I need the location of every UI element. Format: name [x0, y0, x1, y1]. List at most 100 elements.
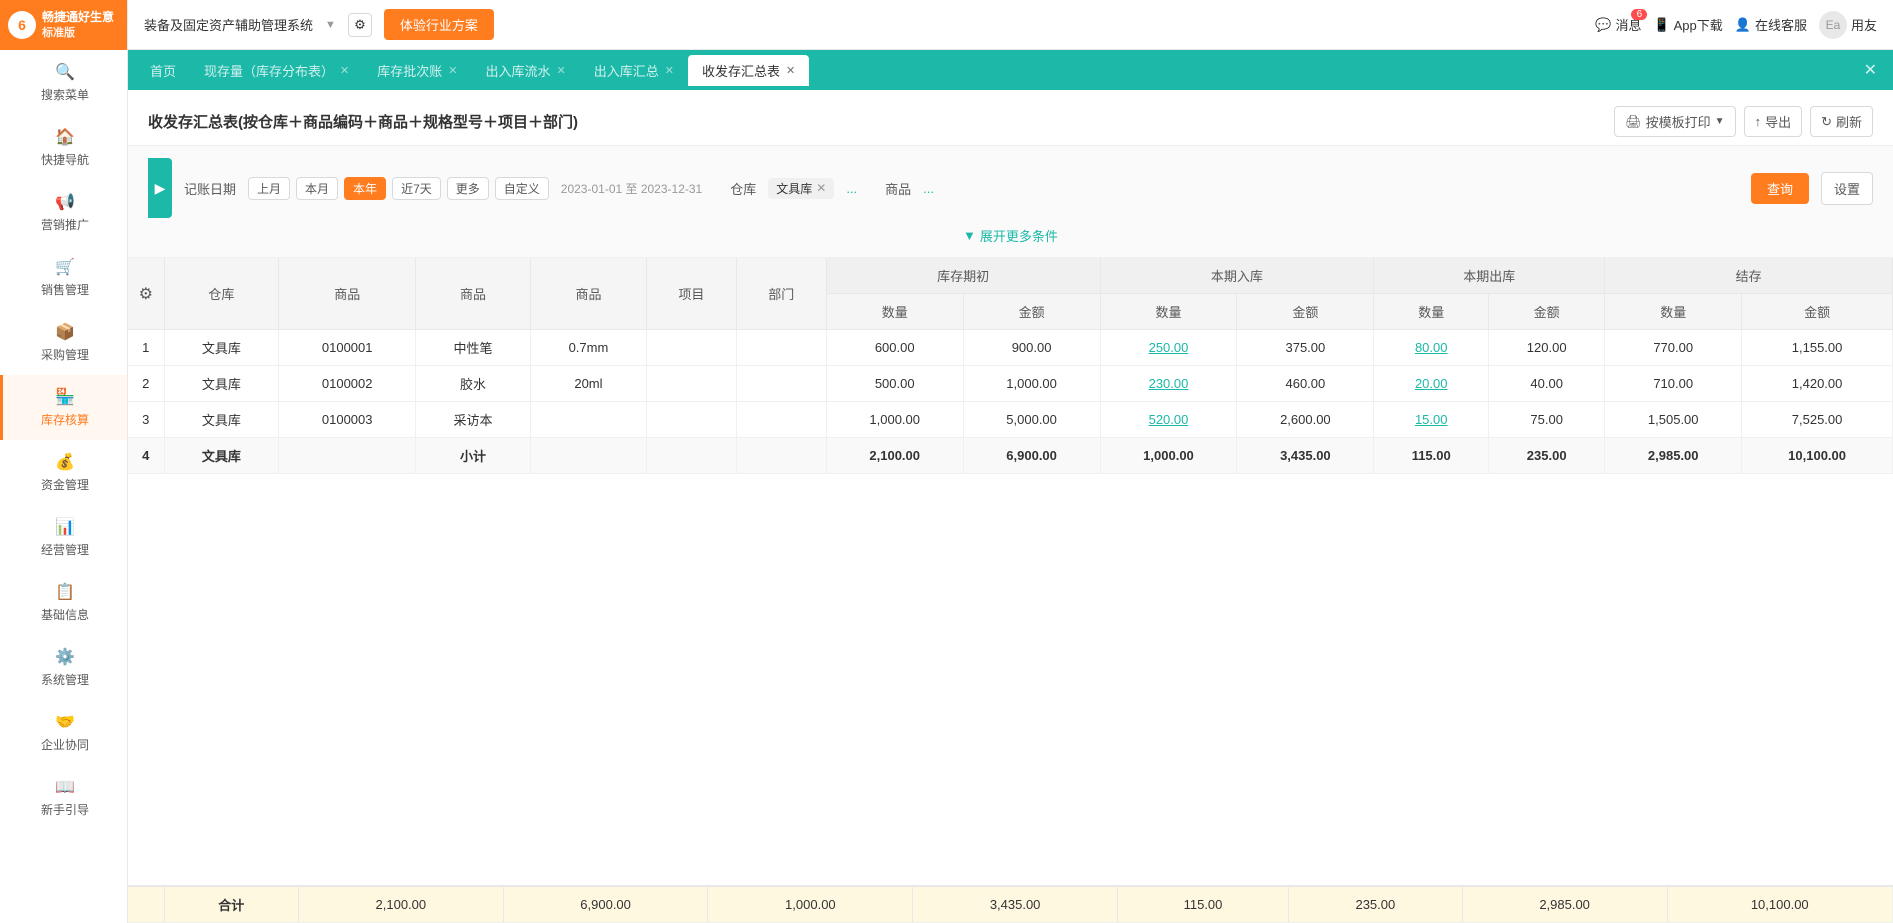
date-btn-more[interactable]: 更多	[447, 177, 489, 200]
notification-btn[interactable]: 💬 消息 6	[1595, 15, 1641, 34]
cell-out-qty[interactable]: 20.00	[1374, 366, 1489, 402]
footer-balance-qty: 2,985.00	[1462, 887, 1667, 923]
col-warehouse: 仓库	[164, 258, 279, 330]
tab-inout-flow[interactable]: 出入库流水✕	[471, 55, 579, 86]
system-title: 装备及固定资产辅助管理系统	[144, 15, 313, 34]
cell-balance-qty: 710.00	[1605, 366, 1742, 402]
print-btn[interactable]: 🖨 按模板打印 ▼	[1614, 106, 1735, 137]
table-container: ⚙ 仓库 商品 商品 商品 项目 部门 库存期初 本期入库 本期出库 结存	[128, 258, 1893, 885]
tab-close-batch[interactable]: ✕	[448, 64, 457, 77]
cell-in-qty[interactable]: 230.00	[1100, 366, 1237, 402]
warehouse-ellipsis[interactable]: ...	[846, 181, 857, 196]
footer-out-amt: 235.00	[1288, 887, 1462, 923]
close-window-btn[interactable]: ✕	[1856, 60, 1885, 80]
export-btn[interactable]: ↑ 导出	[1744, 106, 1803, 137]
cell-out-qty[interactable]: 80.00	[1374, 330, 1489, 366]
purchase-icon: 📦	[55, 322, 75, 342]
sidebar-item-marketing[interactable]: 📢 营销推广	[0, 180, 127, 245]
col-out-amt: 金额	[1489, 294, 1605, 330]
sidebar-item-basic[interactable]: 📋 基础信息	[0, 570, 127, 635]
table-settings-icon[interactable]: ⚙	[139, 286, 153, 303]
goods-ellipsis[interactable]: ...	[923, 181, 934, 196]
col-project: 项目	[647, 258, 737, 330]
app-download-btn[interactable]: 📱 App下载	[1653, 15, 1722, 34]
sidebar-item-inventory[interactable]: 🏪 库存核算	[0, 375, 127, 440]
topbar-settings-btn[interactable]: ⚙	[348, 13, 372, 37]
sidebar-item-finance[interactable]: 💰 资金管理	[0, 440, 127, 505]
sidebar-item-guide[interactable]: 📖 新手引导	[0, 765, 127, 830]
col-in-amt: 金额	[1237, 294, 1374, 330]
col-opening-qty: 数量	[826, 294, 963, 330]
col-opening-amt: 金额	[963, 294, 1100, 330]
date-btn-last-month[interactable]: 上月	[248, 177, 290, 200]
experience-btn[interactable]: 体验行业方案	[384, 9, 494, 40]
online-service-btn[interactable]: 👤 在线客服	[1735, 15, 1807, 34]
cell-opening-qty: 600.00	[826, 330, 963, 366]
page-title: 收发存汇总表(按仓库＋商品编码＋商品＋规格型号＋项目＋部门)	[148, 111, 578, 132]
footer-out-qty: 115.00	[1118, 887, 1289, 923]
cell-balance-amt: 10,100.00	[1742, 438, 1893, 474]
query-btn[interactable]: 查询	[1751, 173, 1809, 204]
refresh-btn[interactable]: ↻ 刷新	[1810, 106, 1873, 137]
cell-spec: 20ml	[530, 366, 646, 402]
main-content: 装备及固定资产辅助管理系统 ▼ ⚙ 体验行业方案 💬 消息 6 📱 App下载 …	[128, 0, 1893, 923]
cell-out-amt: 235.00	[1489, 438, 1605, 474]
tab-close-inout-flow[interactable]: ✕	[557, 64, 566, 77]
date-range-display: 2023-01-01 至 2023-12-31	[561, 180, 702, 197]
cell-out-qty[interactable]: 15.00	[1374, 402, 1489, 438]
operations-icon: 📊	[55, 517, 75, 537]
sidebar-item-sales[interactable]: 🛒 销售管理	[0, 245, 127, 310]
cell-warehouse: 文具库	[164, 366, 279, 402]
cell-balance-amt: 7,525.00	[1742, 402, 1893, 438]
cell-out-amt: 120.00	[1489, 330, 1605, 366]
cell-in-qty[interactable]: 250.00	[1100, 330, 1237, 366]
warehouse-filter-label: 仓库	[730, 179, 756, 198]
table-row: 4 文具库 小计 2,100.00 6,900.00 1,000.00 3,43…	[128, 438, 1893, 474]
sidebar-item-enterprise[interactable]: 🤝 企业协同	[0, 700, 127, 765]
set-btn[interactable]: 设置	[1821, 172, 1873, 205]
col-group-opening: 库存期初	[826, 258, 1100, 294]
col-group-balance: 结存	[1605, 258, 1893, 294]
warehouse-tag: 文具库 ✕	[768, 178, 834, 199]
cell-in-amt: 460.00	[1237, 366, 1374, 402]
cell-spec	[530, 402, 646, 438]
cell-in-qty[interactable]: 520.00	[1100, 402, 1237, 438]
col-in-qty: 数量	[1100, 294, 1237, 330]
tab-close-inout-summary[interactable]: ✕	[665, 64, 674, 77]
sidebar-item-system[interactable]: ⚙️ 系统管理	[0, 635, 127, 700]
mobile-icon: 📱	[1653, 17, 1669, 33]
cell-opening-amt: 1,000.00	[963, 366, 1100, 402]
cell-spec: 0.7mm	[530, 330, 646, 366]
tab-close-stock-dist[interactable]: ✕	[340, 64, 349, 77]
sidebar: 6 畅捷通好生意 标准版 🔍 搜索菜单 🏠 快捷导航 📢 营销推广 🛒 销售管理…	[0, 0, 128, 923]
date-btn-custom[interactable]: 自定义	[495, 177, 549, 200]
sidebar-item-operations[interactable]: 📊 经营管理	[0, 505, 127, 570]
goods-filter-label: 商品	[885, 179, 911, 198]
tab-close-recv-send-summary[interactable]: ✕	[786, 64, 795, 77]
tab-batch[interactable]: 库存批次账✕	[363, 55, 471, 86]
tab-home[interactable]: 首页	[136, 55, 190, 86]
tab-stock-dist[interactable]: 现存量（库存分布表）✕	[190, 55, 363, 86]
sidebar-item-quick[interactable]: 🏠 快捷导航	[0, 115, 127, 180]
sidebar-item-search[interactable]: 🔍 搜索菜单	[0, 50, 127, 115]
cell-warehouse: 文具库	[164, 438, 279, 474]
sidebar-item-purchase[interactable]: 📦 采购管理	[0, 310, 127, 375]
tab-recv-send-summary[interactable]: 收发存汇总表✕	[688, 55, 809, 86]
footer-label: 合计	[164, 887, 298, 923]
date-options: 上月 本月 本年 近7天 更多 自定义	[248, 177, 549, 200]
warehouse-tag-close[interactable]: ✕	[816, 181, 826, 195]
cell-balance-amt: 1,155.00	[1742, 330, 1893, 366]
cell-balance-qty: 2,985.00	[1605, 438, 1742, 474]
sidebar-label-finance: 资金管理	[41, 476, 89, 493]
date-btn-7days[interactable]: 近7天	[392, 177, 441, 200]
user-menu[interactable]: Ea 用友	[1819, 11, 1877, 39]
filter-arrow-btn[interactable]: ▶	[148, 158, 172, 218]
date-btn-this-year[interactable]: 本年	[344, 177, 386, 200]
date-btn-this-month[interactable]: 本月	[296, 177, 338, 200]
cell-name: 小计	[416, 438, 531, 474]
sidebar-label-marketing: 营销推广	[41, 216, 89, 233]
date-filter-label: 记账日期	[184, 179, 236, 198]
tab-inout-summary[interactable]: 出入库汇总✕	[580, 55, 688, 86]
cell-warehouse: 文具库	[164, 402, 279, 438]
expand-more-btn[interactable]: ▼ 展开更多条件	[963, 226, 1058, 245]
